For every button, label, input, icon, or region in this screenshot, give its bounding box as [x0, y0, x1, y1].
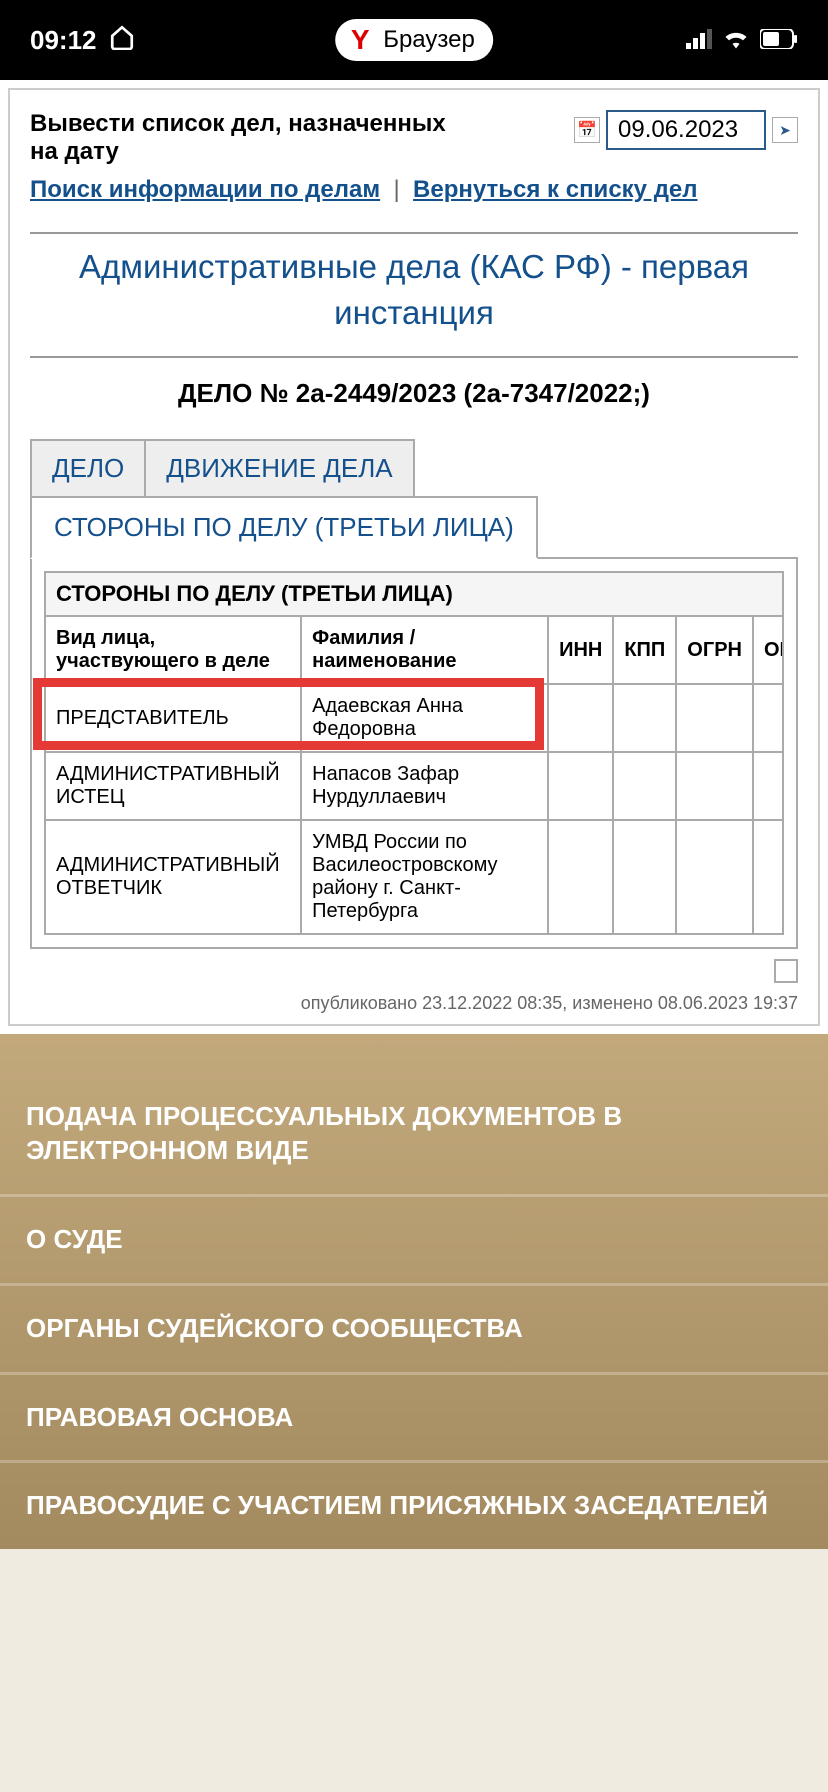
- page-title: Административные дела (КАС РФ) - первая …: [30, 244, 798, 336]
- cell-ogrnip: [753, 684, 783, 752]
- links-row: Поиск информации по делам | Вернуться к …: [30, 176, 798, 204]
- cell-name: УМВД России по Василеостровскому району …: [301, 820, 548, 934]
- footer-menu: ПОДАЧА ПРОЦЕССУАЛЬНЫХ ДОКУМЕНТОВ В ЭЛЕКТ…: [0, 1034, 828, 1549]
- menu-item-jury[interactable]: ПРАВОСУДИЕ С УЧАСТИЕМ ПРИСЯЖНЫХ ЗАСЕДАТЕ…: [0, 1463, 828, 1549]
- th-inn: ИНН: [548, 616, 613, 684]
- th-ogrn: ОГРН: [676, 616, 753, 684]
- status-bar: 09:12 Y Браузер: [0, 0, 828, 80]
- tab-parties[interactable]: СТОРОНЫ ПО ДЕЛУ (ТРЕТЬИ ЛИЦА): [30, 496, 538, 559]
- parties-table: Вид лица, участвующего в деле Фамилия / …: [44, 615, 784, 935]
- checkbox-indicator[interactable]: [774, 959, 798, 983]
- date-box: 📅 ➤: [574, 110, 798, 150]
- case-number: ДЕЛО № 2а-2449/2023 (2а-7347/2022;): [30, 378, 798, 409]
- cell-ogrnip: [753, 820, 783, 934]
- cell-inn: [548, 684, 613, 752]
- cell-ogrnip: [753, 752, 783, 820]
- menu-item-about[interactable]: О СУДЕ: [0, 1197, 828, 1286]
- wifi-icon: [722, 25, 750, 56]
- status-time: 09:12: [30, 25, 97, 56]
- status-left: 09:12: [30, 24, 135, 57]
- th-kpp: КПП: [613, 616, 676, 684]
- tab-content: СТОРОНЫ ПО ДЕЛУ (ТРЕТЬИ ЛИЦА) Вид лица, …: [30, 557, 798, 949]
- main-card: Вывести список дел, назначенных на дату …: [8, 88, 820, 1026]
- publication-info: опубликовано 23.12.2022 08:35, изменено …: [30, 993, 798, 1014]
- cell-role: АДМИНИСТРАТИВНЫЙ ОТВЕТЧИК: [45, 820, 301, 934]
- yandex-icon: Y: [345, 25, 375, 55]
- status-right: [686, 25, 798, 56]
- go-icon[interactable]: ➤: [772, 117, 798, 143]
- home-icon: [109, 24, 135, 57]
- browser-pill: Y Браузер: [335, 19, 493, 61]
- table-header-row: Вид лица, участвующего в деле Фамилия / …: [45, 616, 783, 684]
- content-wrapper: Вывести список дел, назначенных на дату …: [0, 80, 828, 1034]
- table-row: ПРЕДСТАВИТЕЛЬ Адаевская Анна Федоровна: [45, 684, 783, 752]
- cell-name: Адаевская Анна Федоровна: [301, 684, 548, 752]
- cell-inn: [548, 820, 613, 934]
- menu-item-edoc[interactable]: ПОДАЧА ПРОЦЕССУАЛЬНЫХ ДОКУМЕНТОВ В ЭЛЕКТ…: [0, 1074, 828, 1197]
- search-cases-link[interactable]: Поиск информации по делам: [30, 176, 380, 203]
- th-ogrnip: ОГРНИП: [753, 616, 783, 684]
- separator-line-2: [30, 356, 798, 358]
- tab-case[interactable]: ДЕЛО: [30, 439, 146, 498]
- tabs-row-1: ДЕЛО ДВИЖЕНИЕ ДЕЛА: [30, 439, 798, 498]
- cell-kpp: [613, 684, 676, 752]
- th-role: Вид лица, участвующего в деле: [45, 616, 301, 684]
- cell-kpp: [613, 820, 676, 934]
- parties-wrapper: Вид лица, участвующего в деле Фамилия / …: [44, 615, 784, 935]
- cell-role: АДМИНИСТРАТИВНЫЙ ИСТЕЦ: [45, 752, 301, 820]
- calendar-icon[interactable]: 📅: [574, 117, 600, 143]
- signal-icon: [686, 25, 712, 56]
- link-separator: |: [393, 176, 399, 203]
- separator-line: [30, 232, 798, 234]
- browser-label: Браузер: [383, 26, 475, 54]
- cell-role: ПРЕДСТАВИТЕЛЬ: [45, 684, 301, 752]
- section-title: СТОРОНЫ ПО ДЕЛУ (ТРЕТЬИ ЛИЦА): [44, 571, 784, 615]
- cell-inn: [548, 752, 613, 820]
- list-label: Вывести список дел, назначенных на дату: [30, 110, 470, 166]
- table-row: АДМИНИСТРАТИВНЫЙ ИСТЕЦ Напасов Зафар Нур…: [45, 752, 783, 820]
- table-row: АДМИНИСТРАТИВНЫЙ ОТВЕТЧИК УМВД России по…: [45, 820, 783, 934]
- cell-ogrn: [676, 752, 753, 820]
- cell-ogrn: [676, 820, 753, 934]
- tab-movement[interactable]: ДВИЖЕНИЕ ДЕЛА: [144, 439, 414, 498]
- cell-ogrn: [676, 684, 753, 752]
- back-to-list-link[interactable]: Вернуться к списку дел: [413, 176, 697, 203]
- th-name: Фамилия / наименование: [301, 616, 548, 684]
- date-input[interactable]: [606, 110, 766, 150]
- menu-item-judicial[interactable]: ОРГАНЫ СУДЕЙСКОГО СООБЩЕСТВА: [0, 1286, 828, 1375]
- cell-kpp: [613, 752, 676, 820]
- cell-name: Напасов Зафар Нурдуллаевич: [301, 752, 548, 820]
- top-row: Вывести список дел, назначенных на дату …: [30, 110, 798, 166]
- tabs-row-2: СТОРОНЫ ПО ДЕЛУ (ТРЕТЬИ ЛИЦА): [30, 496, 798, 559]
- battery-icon: [760, 25, 798, 56]
- menu-item-legal[interactable]: ПРАВОВАЯ ОСНОВА: [0, 1375, 828, 1464]
